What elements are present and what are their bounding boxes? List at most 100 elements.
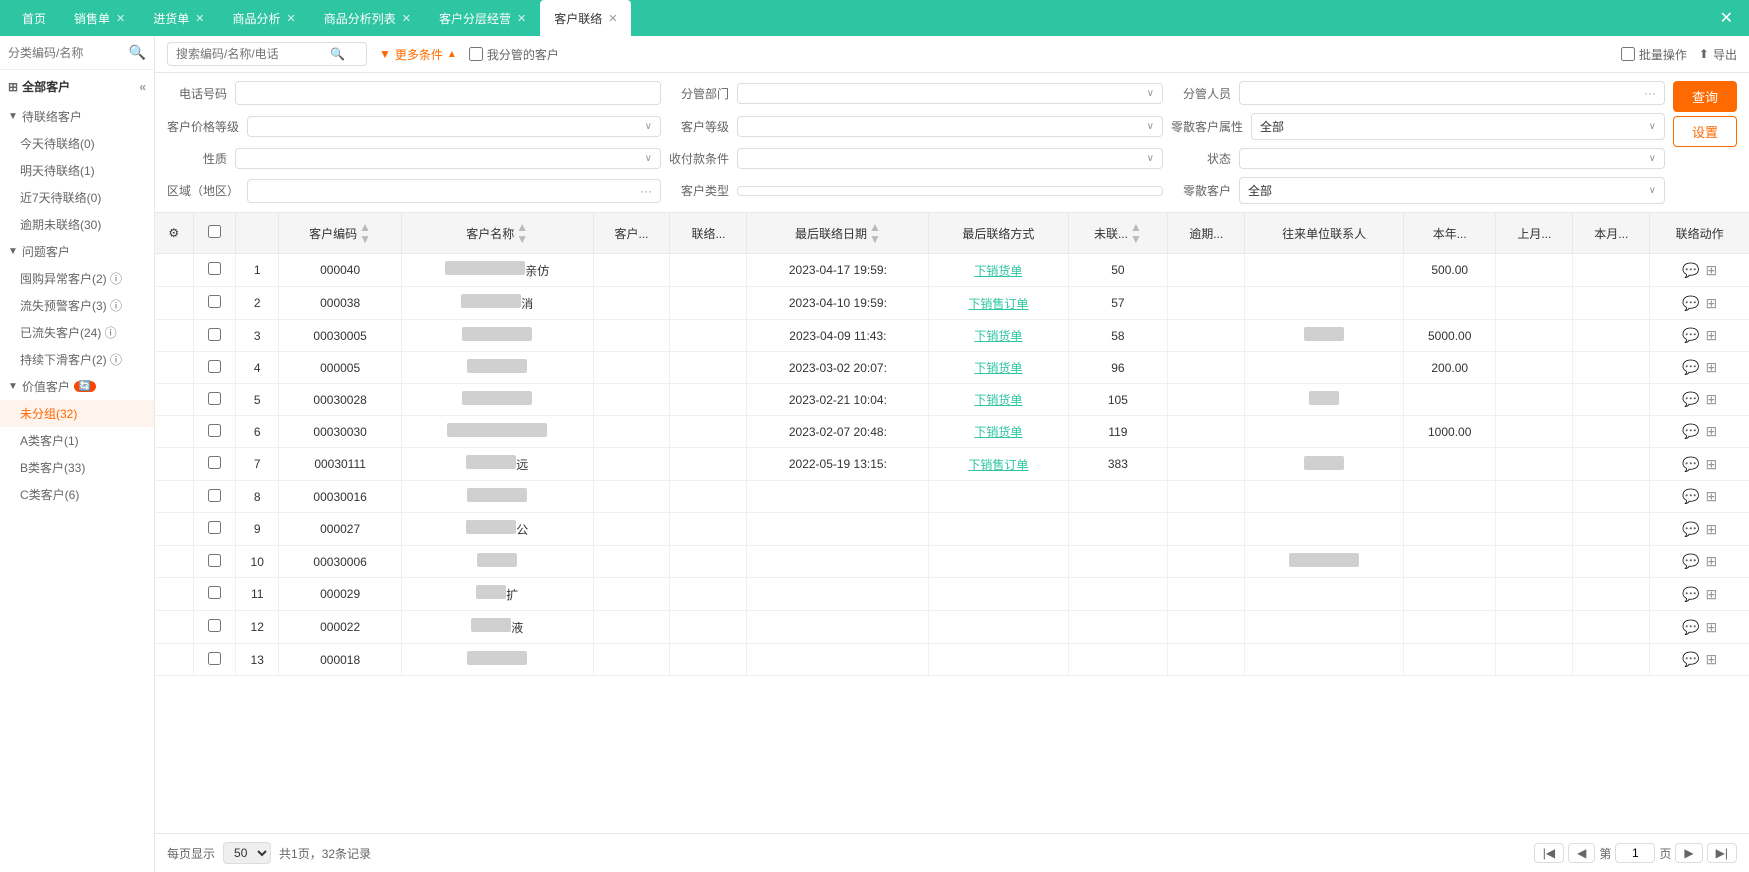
row-checkbox[interactable]: [208, 262, 221, 275]
row-checkbox[interactable]: [208, 328, 221, 341]
comment-icon[interactable]: 💬: [1682, 262, 1699, 279]
sidebar-item-class-c[interactable]: C类客户(6): [0, 481, 154, 508]
row-checkbox[interactable]: [208, 586, 221, 599]
sidebar-all-customers[interactable]: ⊞ 全部客户 «: [0, 70, 154, 103]
filter-more-conditions[interactable]: ▼ 更多条件 ▲: [379, 46, 457, 63]
window-close-button[interactable]: ✕: [1712, 8, 1741, 28]
tab-close-purchase[interactable]: ✕: [195, 12, 204, 25]
comment-icon[interactable]: 💬: [1682, 553, 1699, 570]
customer-type-select[interactable]: [737, 186, 1163, 196]
tab-close-customer-contact[interactable]: ✕: [608, 12, 617, 25]
contact-method-link[interactable]: 下销售订单: [968, 458, 1028, 472]
td-checkbox[interactable]: [193, 320, 236, 352]
row-checkbox[interactable]: [208, 392, 221, 405]
more-icon[interactable]: ⊞: [1706, 262, 1718, 279]
row-checkbox[interactable]: [208, 424, 221, 437]
th-customer-name[interactable]: 客户名称 ▲▼: [401, 213, 593, 254]
sidebar-item-overdue[interactable]: 逾期未联络(30): [0, 211, 154, 238]
comment-icon[interactable]: 💬: [1682, 651, 1699, 668]
nature-select[interactable]: ∨: [235, 148, 661, 169]
scatter-customer-select[interactable]: 全部 ∨: [1239, 177, 1665, 204]
query-button[interactable]: 查询: [1673, 81, 1737, 112]
my-customers-check[interactable]: [469, 47, 483, 61]
comment-icon[interactable]: 💬: [1682, 359, 1699, 376]
more-icon[interactable]: ⊞: [1706, 456, 1718, 473]
manager-input[interactable]: ···: [1239, 81, 1665, 105]
row-checkbox[interactable]: [208, 360, 221, 373]
more-icon[interactable]: ⊞: [1706, 359, 1718, 376]
contact-method-link[interactable]: 下销货单: [974, 329, 1022, 343]
tab-customer-contact[interactable]: 客户联络 ✕: [540, 0, 631, 36]
comment-icon[interactable]: 💬: [1682, 295, 1699, 312]
row-checkbox[interactable]: [208, 652, 221, 665]
reset-button[interactable]: 设置: [1673, 116, 1737, 147]
td-checkbox[interactable]: [193, 644, 236, 676]
batch-check[interactable]: [1621, 47, 1635, 61]
comment-icon[interactable]: 💬: [1682, 423, 1699, 440]
contact-method-link[interactable]: 下销货单: [974, 425, 1022, 439]
more-icon[interactable]: ⊞: [1706, 619, 1718, 636]
sidebar-item-class-b[interactable]: B类客户(33): [0, 454, 154, 481]
sidebar-search-box[interactable]: 🔍: [0, 36, 154, 70]
more-icon[interactable]: ⊞: [1706, 586, 1718, 603]
batch-operation-btn[interactable]: 批量操作: [1621, 46, 1687, 63]
th-settings[interactable]: ⚙: [155, 213, 193, 254]
th-last-contact-date[interactable]: 最后联络日期 ▲▼: [747, 213, 929, 254]
sidebar-item-ungrouped[interactable]: 未分组(32): [0, 400, 154, 427]
comment-icon[interactable]: 💬: [1682, 456, 1699, 473]
status-select[interactable]: ∨: [1239, 148, 1665, 169]
td-checkbox[interactable]: [193, 384, 236, 416]
first-page-btn[interactable]: |◀: [1534, 843, 1564, 863]
comment-icon[interactable]: 💬: [1682, 619, 1699, 636]
more-icon[interactable]: ⊞: [1706, 553, 1718, 570]
select-all-checkbox[interactable]: [208, 225, 221, 238]
th-company-contact[interactable]: 往来单位联系人: [1245, 213, 1404, 254]
contact-method-link[interactable]: 下销售订单: [968, 297, 1028, 311]
price-level-select[interactable]: ∨: [247, 116, 661, 137]
next-page-btn[interactable]: ▶: [1675, 843, 1702, 863]
td-checkbox[interactable]: [193, 513, 236, 546]
td-checkbox[interactable]: [193, 287, 236, 320]
sidebar-search-icon[interactable]: 🔍: [129, 44, 146, 61]
sidebar-collapse-btn[interactable]: «: [139, 80, 146, 94]
td-checkbox[interactable]: [193, 578, 236, 611]
row-checkbox[interactable]: [208, 554, 221, 567]
more-icon[interactable]: ⊞: [1706, 488, 1718, 505]
region-input[interactable]: ···: [247, 179, 661, 203]
comment-icon[interactable]: 💬: [1682, 488, 1699, 505]
td-checkbox[interactable]: [193, 611, 236, 644]
th-contact[interactable]: 联络...: [670, 213, 747, 254]
comment-icon[interactable]: 💬: [1682, 391, 1699, 408]
th-customer-code[interactable]: 客户编码 ▲▼: [279, 213, 402, 254]
more-icon[interactable]: ⊞: [1706, 521, 1718, 538]
more-icon[interactable]: ⊞: [1706, 423, 1718, 440]
more-icon[interactable]: ⊞: [1706, 651, 1718, 668]
th-contact-action[interactable]: 联络动作: [1650, 213, 1749, 254]
sidebar-item-7days[interactable]: 近7天待联络(0): [0, 184, 154, 211]
filter-search-icon[interactable]: 🔍: [330, 47, 345, 61]
td-checkbox[interactable]: [193, 254, 236, 287]
sidebar-item-churn-warning[interactable]: 流失预警客户(3) ⓘ: [0, 292, 154, 319]
td-checkbox[interactable]: [193, 448, 236, 481]
tab-home[interactable]: 首页: [8, 0, 60, 36]
td-checkbox[interactable]: [193, 481, 236, 513]
prev-page-btn[interactable]: ◀: [1568, 843, 1595, 863]
th-this-year[interactable]: 本年...: [1404, 213, 1496, 254]
td-checkbox[interactable]: [193, 416, 236, 448]
sidebar-item-today[interactable]: 今天待联络(0): [0, 130, 154, 157]
tab-sales[interactable]: 销售单 ✕: [60, 0, 139, 36]
sidebar-item-declining[interactable]: 持续下滑客户(2) ⓘ: [0, 346, 154, 373]
sidebar-section-value[interactable]: ▼ 价值客户 🔄: [0, 373, 154, 400]
th-this-month[interactable]: 本月...: [1573, 213, 1650, 254]
tab-close-product-analysis[interactable]: ✕: [287, 12, 296, 25]
comment-icon[interactable]: 💬: [1682, 521, 1699, 538]
tab-close-customer-strat[interactable]: ✕: [517, 12, 526, 25]
payment-select[interactable]: ∨: [737, 148, 1163, 169]
more-icon[interactable]: ⊞: [1706, 327, 1718, 344]
last-page-btn[interactable]: ▶|: [1707, 843, 1737, 863]
th-checkbox[interactable]: [193, 213, 236, 254]
filter-search-input[interactable]: [176, 47, 326, 61]
sidebar-section-problem[interactable]: ▼ 问题客户: [0, 238, 154, 265]
sidebar-section-pending[interactable]: ▼ 待联络客户: [0, 103, 154, 130]
row-checkbox[interactable]: [208, 295, 221, 308]
